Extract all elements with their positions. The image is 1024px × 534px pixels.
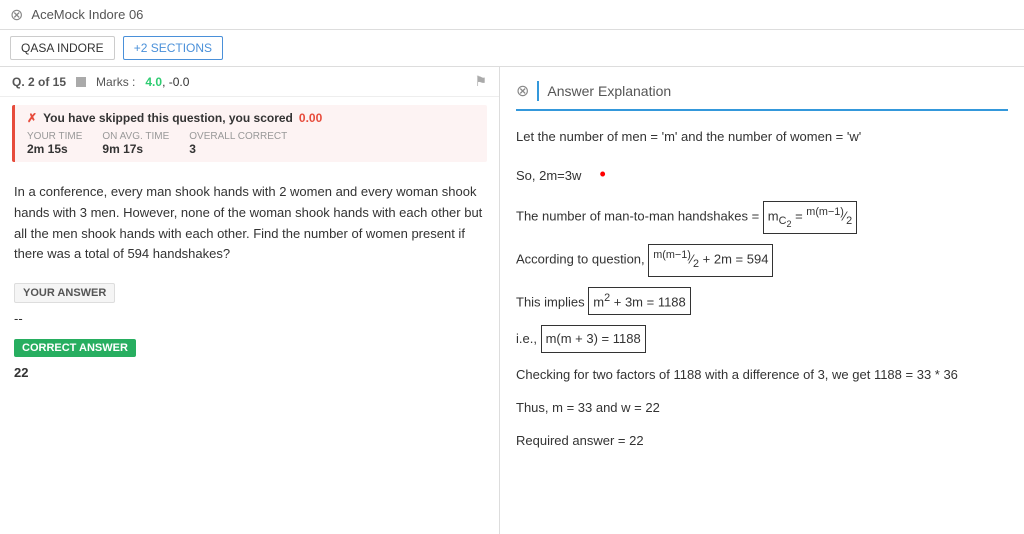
marks-label: Marks : <box>96 75 135 89</box>
stat-overall-value: 3 <box>189 142 196 156</box>
left-panel: Q. 2 of 15 Marks : 4.0, -0.0 ⚑ ✗ You hav… <box>0 67 500 534</box>
answer-header: ⊗ Answer Explanation <box>516 81 1008 111</box>
expl-line-5: This implies m2 + 3m = 1188 <box>516 287 1008 316</box>
answer-close-icon[interactable]: ⊗ <box>516 81 529 101</box>
expl-line-4: According to question, m(m−1)⁄2 + 2m = 5… <box>516 244 1008 276</box>
question-text: In a conference, every man shook hands w… <box>0 170 499 277</box>
stat-your-time-value: 2m 15s <box>27 142 68 156</box>
expl-line-1: Let the number of men = 'm' and the numb… <box>516 125 1008 148</box>
marks-negative: -0.0 <box>169 75 190 89</box>
stat-your-time-label: YOUR TIME <box>27 131 82 142</box>
expl-line-9: Required answer = 22 <box>516 429 1008 452</box>
stat-avg-time: ON AVG. TIME 9m 17s <box>102 131 169 156</box>
explanation-content: Let the number of men = 'm' and the numb… <box>516 125 1008 453</box>
math-formula-2: m(m−1)⁄2 + 2m = 594 <box>648 244 773 276</box>
stat-avg-time-label: ON AVG. TIME <box>102 131 169 142</box>
skip-title: ✗ You have skipped this question, you sc… <box>27 111 475 125</box>
expl-line-2: So, 2m=3w • <box>516 158 1008 190</box>
stat-overall-correct: OVERALL CORRECT 3 <box>189 131 287 156</box>
stat-overall-label: OVERALL CORRECT <box>189 131 287 142</box>
correct-answer-section: CORRECT ANSWER 22 <box>0 331 499 384</box>
expl-line-6: i.e., m(m + 3) = 1188 <box>516 325 1008 352</box>
marks-separator <box>76 77 86 87</box>
math-formula-4: m(m + 3) = 1188 <box>541 325 646 352</box>
expl-line-8: Thus, m = 33 and w = 22 <box>516 396 1008 419</box>
stats-row: YOUR TIME 2m 15s ON AVG. TIME 9m 17s OVE… <box>27 131 475 156</box>
tab-sections[interactable]: +2 SECTIONS <box>123 36 223 60</box>
answer-header-title: Answer Explanation <box>547 83 671 99</box>
expl-line-7: Checking for two factors of 1188 with a … <box>516 363 1008 386</box>
tab-qasa[interactable]: QASA INDORE <box>10 36 115 60</box>
stat-avg-time-value: 9m 17s <box>102 142 143 156</box>
stat-your-time: YOUR TIME 2m 15s <box>27 131 82 156</box>
right-panel: ⊗ Answer Explanation Let the number of m… <box>500 67 1024 534</box>
header-separator <box>537 81 539 101</box>
close-icon[interactable]: ⊗ <box>10 5 23 25</box>
math-formula-1: mC2 = m(m−1)⁄2 <box>763 201 857 234</box>
question-meta: Q. 2 of 15 Marks : 4.0, -0.0 ⚑ <box>0 67 499 97</box>
expl-line-3: The number of man-to-man handshakes = mC… <box>516 201 1008 234</box>
your-answer-label: YOUR ANSWER <box>14 283 115 303</box>
app-title: AceMock Indore 06 <box>31 7 143 22</box>
x-icon: ✗ <box>27 111 37 125</box>
math-formula-3: m2 + 3m = 1188 <box>588 287 691 316</box>
marks-comma: , <box>162 75 165 89</box>
bookmark-icon[interactable]: ⚑ <box>474 73 487 90</box>
correct-answer-label: CORRECT ANSWER <box>14 339 136 357</box>
correct-answer-value: 22 <box>0 361 499 384</box>
skipped-notification: ✗ You have skipped this question, you sc… <box>12 105 487 162</box>
question-number: Q. 2 of 15 <box>12 75 66 89</box>
title-bar: ⊗ AceMock Indore 06 <box>0 0 1024 30</box>
marks-value: 4.0, -0.0 <box>145 75 189 89</box>
your-answer-value: -- <box>0 307 499 331</box>
main-container: Q. 2 of 15 Marks : 4.0, -0.0 ⚑ ✗ You hav… <box>0 67 1024 534</box>
skip-message: You have skipped this question, you scor… <box>43 111 293 125</box>
skip-score: 0.00 <box>299 111 322 125</box>
your-answer-section: YOUR ANSWER -- <box>0 277 499 331</box>
tabs-bar: QASA INDORE +2 SECTIONS <box>0 30 1024 67</box>
marks-positive: 4.0 <box>145 75 162 89</box>
